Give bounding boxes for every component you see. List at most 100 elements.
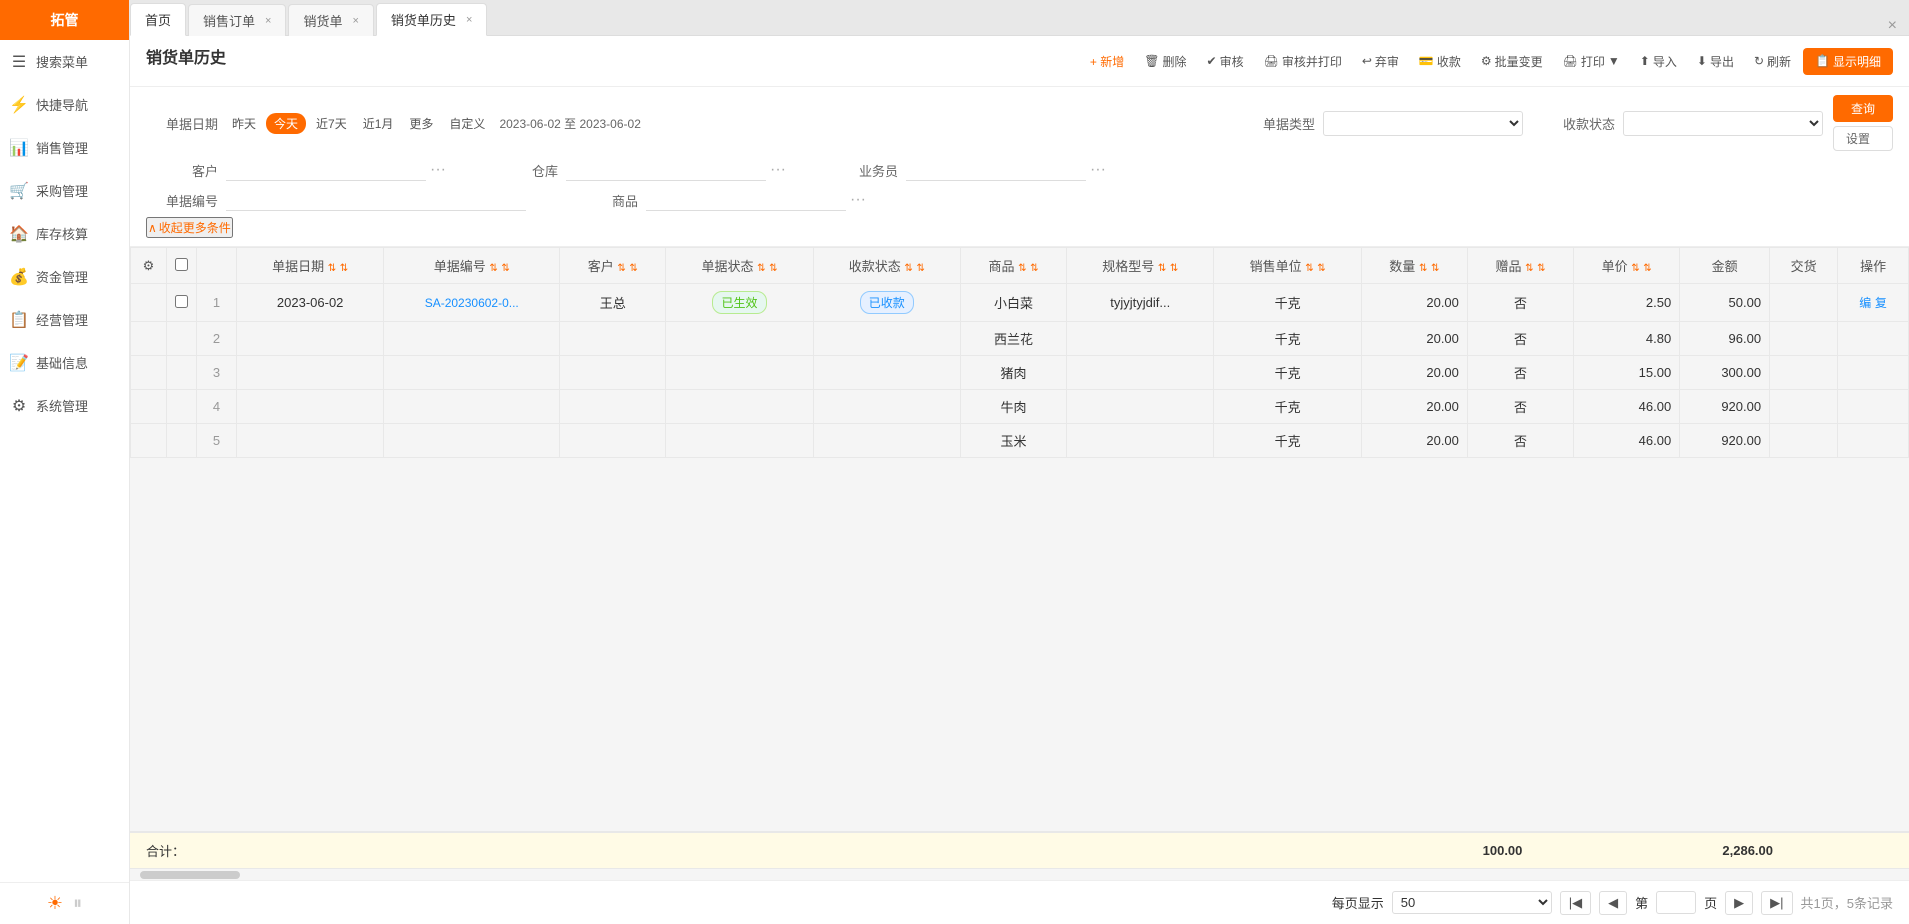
search-menu-icon: ☰ — [10, 53, 28, 71]
sort-icon-payment: ⇅ — [904, 263, 912, 274]
print-button[interactable]: 🖨 打印 ▼ — [1555, 49, 1628, 74]
gift-col-header[interactable]: 赠品 ⇅ — [1467, 248, 1573, 284]
export-button[interactable]: ⬇ 导出 — [1689, 49, 1742, 74]
doc-number-input[interactable] — [226, 189, 526, 211]
date-btn-yesterday[interactable]: 昨天 — [226, 113, 262, 134]
row-doc-number — [384, 390, 560, 424]
warehouse-input[interactable] — [566, 159, 766, 181]
date-btn-more[interactable]: 更多 — [403, 113, 439, 134]
new-button[interactable]: + 新增 — [1082, 49, 1132, 74]
import-button[interactable]: ⬆ 导入 — [1632, 49, 1685, 74]
row-checkbox[interactable] — [167, 284, 197, 322]
row-checkbox[interactable] — [167, 390, 197, 424]
row-transaction — [1770, 424, 1838, 458]
tab-close-sales-delivery[interactable]: × — [352, 15, 358, 27]
unit-col-header[interactable]: 销售单位 ⇅ — [1214, 248, 1361, 284]
page-prev-button[interactable]: ◀ — [1599, 891, 1627, 915]
tab-sales-delivery[interactable]: 销货单 × — [288, 4, 373, 36]
doc-number-link[interactable]: SA-20230602-0... — [425, 296, 519, 310]
review-button[interactable]: ✔ 审核 — [1199, 49, 1252, 74]
settings-button[interactable]: 设置 — [1833, 126, 1893, 151]
row-doc-date — [237, 356, 384, 390]
sidebar-item-quick-nav[interactable]: ⚡ 快捷导航 — [0, 83, 129, 126]
page-next-button[interactable]: ▶ — [1725, 891, 1753, 915]
date-btn-1month[interactable]: 近1月 — [357, 113, 400, 134]
sidebar-item-label: 系统管理 — [36, 396, 88, 415]
customer-col-header[interactable]: 客户 ⇅ — [560, 248, 666, 284]
sidebar-bottom-icon2[interactable]: ⏸ — [73, 893, 82, 914]
review-print-button[interactable]: 🖨 审核并打印 — [1256, 49, 1350, 74]
doc-status-col-header[interactable]: 单据状态 ⇅ — [666, 248, 813, 284]
sidebar-item-basic-info[interactable]: 📝 基础信息 — [0, 341, 129, 384]
tab-home[interactable]: 首页 — [130, 3, 186, 36]
salesperson-dots[interactable]: ··· — [1090, 161, 1106, 179]
salesperson-input[interactable] — [906, 159, 1086, 181]
checkbox-col-header[interactable] — [167, 248, 197, 284]
abandon-button[interactable]: ↩ 弃审 — [1354, 49, 1407, 74]
date-btn-today[interactable]: 今天 — [266, 113, 306, 134]
spec-col-header[interactable]: 规格型号 ⇅ — [1067, 248, 1214, 284]
collapse-button[interactable]: ∧ 收起更多条件 — [146, 217, 233, 238]
row-select-checkbox[interactable] — [175, 295, 188, 308]
query-button[interactable]: 查询 — [1833, 95, 1893, 122]
row-checkbox[interactable] — [167, 356, 197, 390]
batch-change-button[interactable]: ⚙ 批量变更 — [1473, 49, 1551, 74]
doc-number-col-header[interactable]: 单据编号 ⇅ — [384, 248, 560, 284]
detail-icon: 📋 — [1815, 54, 1830, 68]
sidebar-item-search-menu[interactable]: ☰ 搜索菜单 — [0, 40, 129, 83]
table-row: 4 牛肉 千克 20.00 否 46.00 920.00 — [131, 390, 1909, 424]
doc-type-select[interactable] — [1323, 111, 1523, 136]
payment-status-col-header[interactable]: 收款状态 ⇅ — [813, 248, 960, 284]
tab-sales-order-label: 销售订单 — [203, 11, 255, 30]
window-close-button[interactable]: × — [1876, 17, 1909, 35]
copy-action[interactable]: 复 — [1875, 296, 1887, 310]
select-all-checkbox[interactable] — [175, 258, 188, 271]
date-btn-custom[interactable]: 自定义 — [443, 113, 491, 134]
tab-sales-history[interactable]: 销货单历史 × — [376, 3, 487, 36]
tab-sales-order[interactable]: 销售订单 × — [188, 4, 286, 36]
customer-dots[interactable]: ··· — [430, 161, 446, 179]
refresh-button[interactable]: ↻ 刷新 — [1746, 49, 1799, 74]
product-col-header[interactable]: 商品 ⇅ — [960, 248, 1066, 284]
sidebar-item-finance[interactable]: 💰 资金管理 — [0, 255, 129, 298]
row-doc-number — [384, 424, 560, 458]
sidebar-item-purchase[interactable]: 🛒 采购管理 — [0, 169, 129, 212]
customer-input[interactable] — [226, 159, 426, 181]
warehouse-dots[interactable]: ··· — [770, 161, 786, 179]
sidebar-bottom-icon1[interactable]: ☀ — [47, 893, 63, 914]
sidebar-item-system[interactable]: ⚙ 系统管理 — [0, 384, 129, 427]
tab-close-sales-history[interactable]: × — [466, 14, 472, 26]
show-detail-button[interactable]: 📋 显示明细 — [1803, 48, 1893, 75]
per-page-label: 每页显示 — [1332, 893, 1384, 912]
doc-date-col-header[interactable]: 单据日期 ⇅ — [237, 248, 384, 284]
row-spec — [1067, 424, 1214, 458]
sidebar-item-label: 资金管理 — [36, 267, 88, 286]
row-checkbox[interactable] — [167, 424, 197, 458]
page-last-button[interactable]: ▶| — [1761, 891, 1792, 915]
page-number-input[interactable]: 1 — [1656, 891, 1696, 914]
collect-button[interactable]: 💳 收款 — [1411, 49, 1469, 74]
row-unit-price: 15.00 — [1574, 356, 1680, 390]
sidebar-item-sales[interactable]: 📊 销售管理 — [0, 126, 129, 169]
sidebar-item-inventory[interactable]: 🏠 库存核算 — [0, 212, 129, 255]
product-input[interactable] — [646, 189, 846, 211]
row-spec — [1067, 356, 1214, 390]
row-checkbox[interactable] — [167, 322, 197, 356]
product-dots[interactable]: ··· — [850, 191, 866, 209]
scrollbar-thumb[interactable] — [140, 871, 240, 879]
date-btn-7days[interactable]: 近7天 — [310, 113, 353, 134]
page-first-button[interactable]: |◀ — [1560, 891, 1591, 915]
settings-col-header[interactable]: ⚙ — [131, 248, 167, 284]
payment-status-select[interactable] — [1623, 111, 1823, 136]
sort-icon-unit: ⇅ — [1305, 263, 1313, 274]
delete-button[interactable]: 🗑 删除 — [1136, 49, 1194, 74]
tab-close-sales-order[interactable]: × — [265, 15, 271, 27]
edit-action[interactable]: 编 — [1859, 296, 1871, 310]
unit-price-col-header[interactable]: 单价 ⇅ — [1574, 248, 1680, 284]
row-spec — [1067, 322, 1214, 356]
sidebar-item-operations[interactable]: 📋 经营管理 — [0, 298, 129, 341]
per-page-select[interactable]: 50 100 — [1392, 891, 1552, 914]
salesperson-label: 业务员 — [826, 161, 906, 180]
qty-col-header[interactable]: 数量 ⇅ — [1361, 248, 1467, 284]
row-unit: 千克 — [1214, 356, 1361, 390]
